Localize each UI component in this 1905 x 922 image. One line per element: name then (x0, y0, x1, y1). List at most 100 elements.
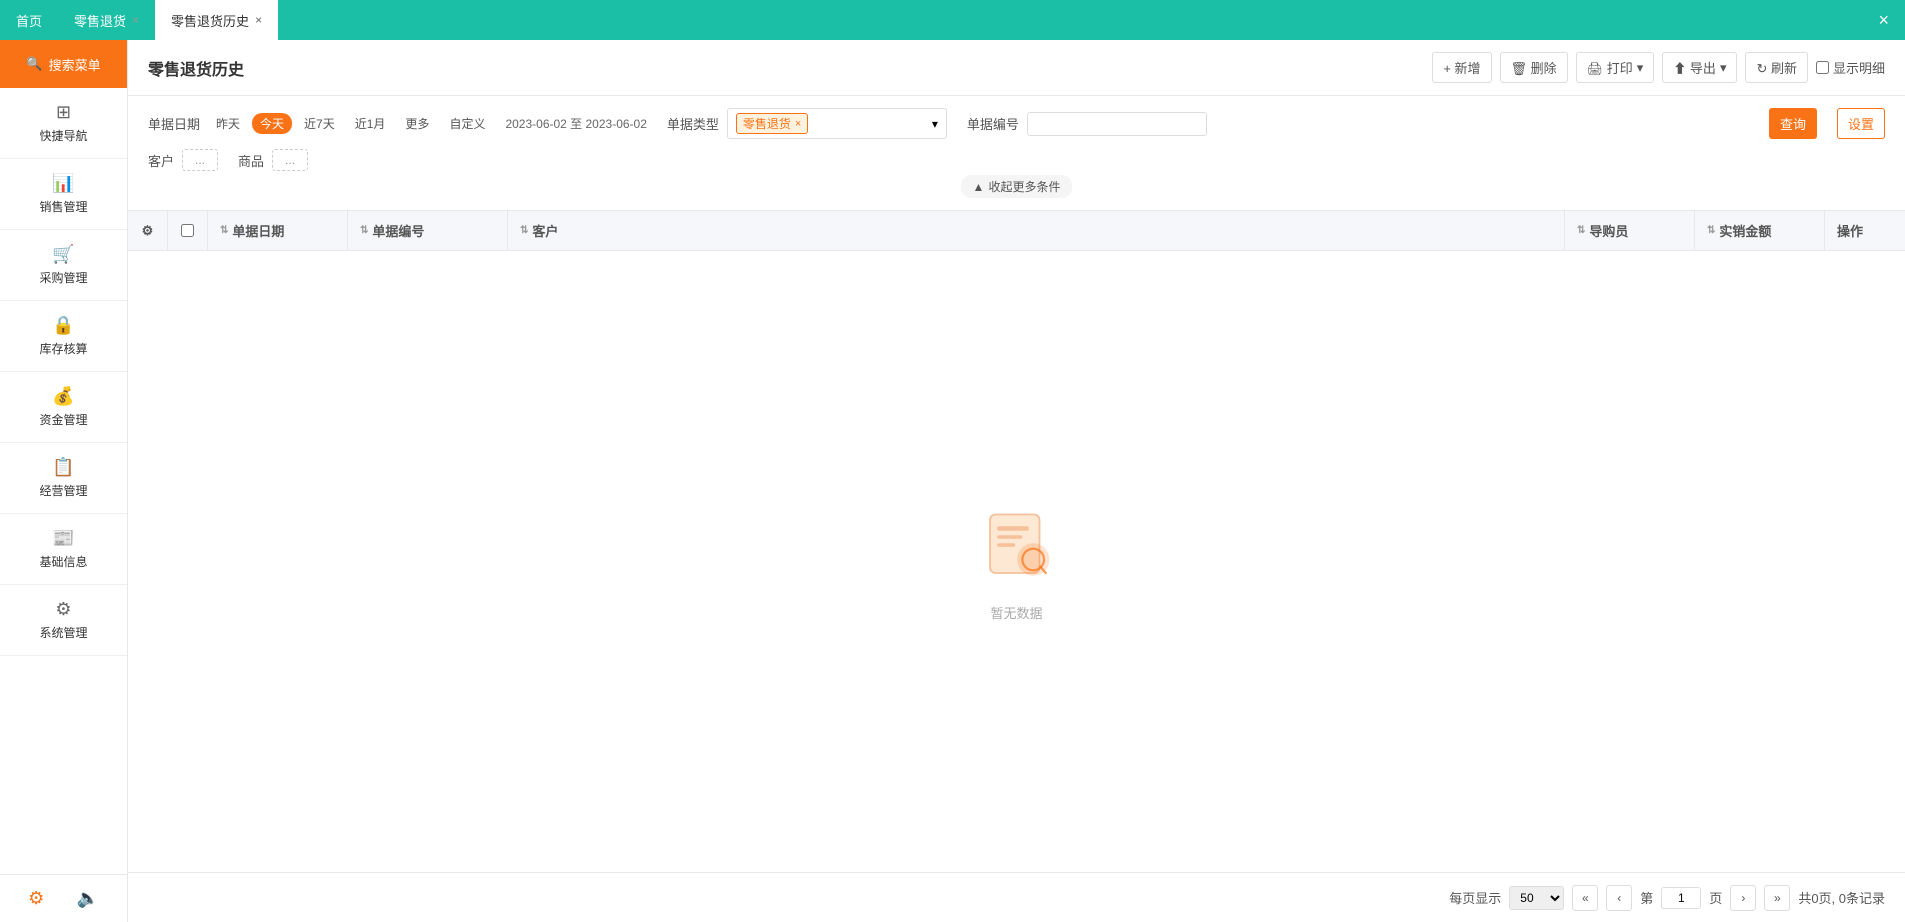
col-date[interactable]: ⇅ 单据日期 (208, 211, 348, 250)
sidebar-item-basic-info[interactable]: 📰 基础信息 (0, 514, 127, 585)
date-7days[interactable]: 近7天 (296, 113, 343, 134)
pagination-last[interactable]: » (1764, 885, 1790, 911)
goods-label: 商品 (238, 151, 264, 170)
sidebar-item-basic-info-label: 基础信息 (39, 553, 87, 570)
pagination-next[interactable]: › (1730, 885, 1756, 911)
bill-type-tag-label: 零售退货 (743, 115, 791, 132)
date-1month[interactable]: 近1月 (347, 113, 394, 134)
col-guide[interactable]: ⇅ 导购员 (1565, 211, 1695, 250)
bill-type-tag-close[interactable]: × (795, 118, 801, 130)
col-billno[interactable]: ⇅ 单据编号 (348, 211, 508, 250)
tab-retail-return-history-close[interactable]: × (255, 13, 262, 27)
col-checkbox[interactable] (168, 211, 208, 250)
col-settings[interactable]: ⚙ (128, 211, 168, 250)
sort-date-icon: ⇅ (220, 225, 228, 236)
page-text: 第 (1640, 888, 1653, 907)
header-actions: + 新增 🗑 删除 🖨 打印 ▾ ⬆ 导出 ▾ ↻ 刷新 (1432, 52, 1885, 83)
print-dropdown-icon: ▾ (1637, 60, 1644, 76)
date-filter-group: 单据日期 昨天 今天 近7天 近1月 更多 自定义 2023-06-02 至 2… (148, 113, 647, 134)
customer-ellipsis[interactable]: ... (182, 149, 218, 171)
bill-no-input[interactable] (1027, 112, 1207, 136)
col-amount[interactable]: ⇅ 实销金额 (1695, 211, 1825, 250)
display-toggle-checkbox[interactable] (1816, 61, 1829, 74)
display-toggle-label: 显示明细 (1833, 58, 1885, 77)
tab-home[interactable]: 首页 (0, 0, 58, 40)
sidebar-item-inventory[interactable]: 🔒 库存核算 (0, 301, 127, 372)
per-page-select[interactable]: 50 20 100 (1509, 886, 1564, 910)
sort-customer-icon: ⇅ (520, 225, 528, 236)
collapse-button[interactable]: ▲ 收起更多条件 (961, 175, 1073, 198)
sidebar-search[interactable]: 🔍 搜索菜单 (0, 40, 127, 88)
bill-type-label: 单据类型 (667, 114, 719, 133)
delete-button[interactable]: 🗑 删除 (1500, 52, 1568, 83)
table-area: ⚙ ⇅ 单据日期 ⇅ 单据编号 ⇅ 客户 ⇅ (128, 211, 1905, 872)
print-button[interactable]: 🖨 打印 ▾ (1576, 52, 1655, 83)
empty-icon (972, 501, 1062, 591)
page-input[interactable] (1661, 887, 1701, 909)
sidebar-item-purchase-mgmt[interactable]: 🛒 采购管理 (0, 230, 127, 301)
col-customer[interactable]: ⇅ 客户 (508, 211, 1565, 250)
sidebar-item-sales-mgmt[interactable]: 📊 销售管理 (0, 159, 127, 230)
sidebar-item-quick-nav[interactable]: ⊞ 快捷导航 (0, 88, 127, 159)
sidebar-item-system-mgmt[interactable]: ⚙ 系统管理 (0, 585, 127, 656)
settings-button[interactable]: 设置 (1837, 108, 1885, 139)
empty-text: 暂无数据 (990, 603, 1042, 622)
new-button[interactable]: + 新增 (1432, 52, 1491, 83)
export-label: ⬆ 导出 (1673, 58, 1716, 77)
per-page-label: 每页显示 (1449, 888, 1501, 907)
pagination-prev[interactable]: ‹ (1606, 885, 1632, 911)
sidebar-item-purchase-label: 采购管理 (39, 269, 87, 286)
pagination-first[interactable]: « (1572, 885, 1598, 911)
bill-type-filter-group: 单据类型 零售退货 × ▾ (667, 108, 947, 139)
customer-filter-group: 客户 ... (148, 149, 218, 171)
window-close-button[interactable]: × (1878, 0, 1905, 40)
last-page-icon: » (1774, 891, 1781, 905)
sidebar-item-quick-nav-label: 快捷导航 (39, 127, 87, 144)
date-custom[interactable]: 自定义 (441, 113, 493, 134)
query-button[interactable]: 查询 (1769, 108, 1817, 139)
sound-bottom-icon[interactable]: 🔈 (76, 888, 98, 909)
tab-retail-return[interactable]: 零售退货 × (58, 0, 155, 40)
sidebar-item-system-label: 系统管理 (39, 624, 87, 641)
system-icon: ⚙ (55, 599, 71, 620)
col-amount-label: 实销金额 (1719, 221, 1771, 240)
filter-row-1: 单据日期 昨天 今天 近7天 近1月 更多 自定义 2023-06-02 至 2… (148, 108, 1885, 139)
settings-bottom-icon[interactable]: ⚙ (28, 888, 44, 909)
pagination: 每页显示 50 20 100 « ‹ 第 页 › » 共0页, 0条记录 (128, 872, 1905, 922)
date-more[interactable]: 更多 (397, 113, 437, 134)
goods-filter-group: 商品 ... (238, 149, 308, 171)
date-today[interactable]: 今天 (252, 113, 292, 134)
main-layout: 🔍 搜索菜单 ⊞ 快捷导航 📊 销售管理 🛒 采购管理 🔒 库存核算 💰 (0, 40, 1905, 922)
collapse-icon: ▲ (973, 180, 985, 194)
sidebar-nav: ⊞ 快捷导航 📊 销售管理 🛒 采购管理 🔒 库存核算 💰 资金管理 📋 (0, 88, 127, 874)
refresh-button[interactable]: ↻ 刷新 (1745, 52, 1808, 83)
goods-ellipsis[interactable]: ... (272, 149, 308, 171)
tab-home-label: 首页 (16, 11, 42, 30)
display-toggle[interactable]: 显示明细 (1816, 58, 1885, 77)
sidebar-search-label: 搜索菜单 (49, 55, 101, 74)
col-date-label: 单据日期 (232, 221, 284, 240)
select-all-checkbox[interactable] (181, 224, 194, 237)
tab-retail-return-label: 零售退货 (74, 11, 126, 30)
col-op: 操作 (1825, 211, 1905, 250)
operations-icon: 📋 (52, 457, 74, 478)
tab-retail-return-history[interactable]: 零售退货历史 × (155, 0, 278, 40)
filter-row-2: 客户 ... 商品 ... (148, 149, 1885, 171)
sidebar-item-finance[interactable]: 💰 资金管理 (0, 372, 127, 443)
sidebar-bottom: ⚙ 🔈 (0, 874, 127, 922)
sidebar-item-sales-label: 销售管理 (39, 198, 87, 215)
empty-state: 暂无数据 (128, 251, 1905, 872)
tab-retail-return-close[interactable]: × (132, 13, 139, 27)
prev-page-icon: ‹ (1617, 891, 1621, 905)
search-icon: 🔍 (26, 56, 42, 72)
date-options: 昨天 今天 近7天 近1月 更多 自定义 (208, 113, 493, 134)
export-button[interactable]: ⬆ 导出 ▾ (1662, 52, 1737, 83)
sidebar-item-operations[interactable]: 📋 经营管理 (0, 443, 127, 514)
date-yesterday[interactable]: 昨天 (208, 113, 248, 134)
tab-retail-return-history-label: 零售退货历史 (171, 11, 249, 30)
bill-type-dropdown-icon: ▾ (932, 117, 938, 131)
purchase-icon: 🛒 (52, 244, 74, 265)
sort-guide-icon: ⇅ (1577, 225, 1585, 236)
delete-label: 🗑 删除 (1511, 58, 1557, 77)
bill-type-select[interactable]: 零售退货 × ▾ (727, 108, 947, 139)
